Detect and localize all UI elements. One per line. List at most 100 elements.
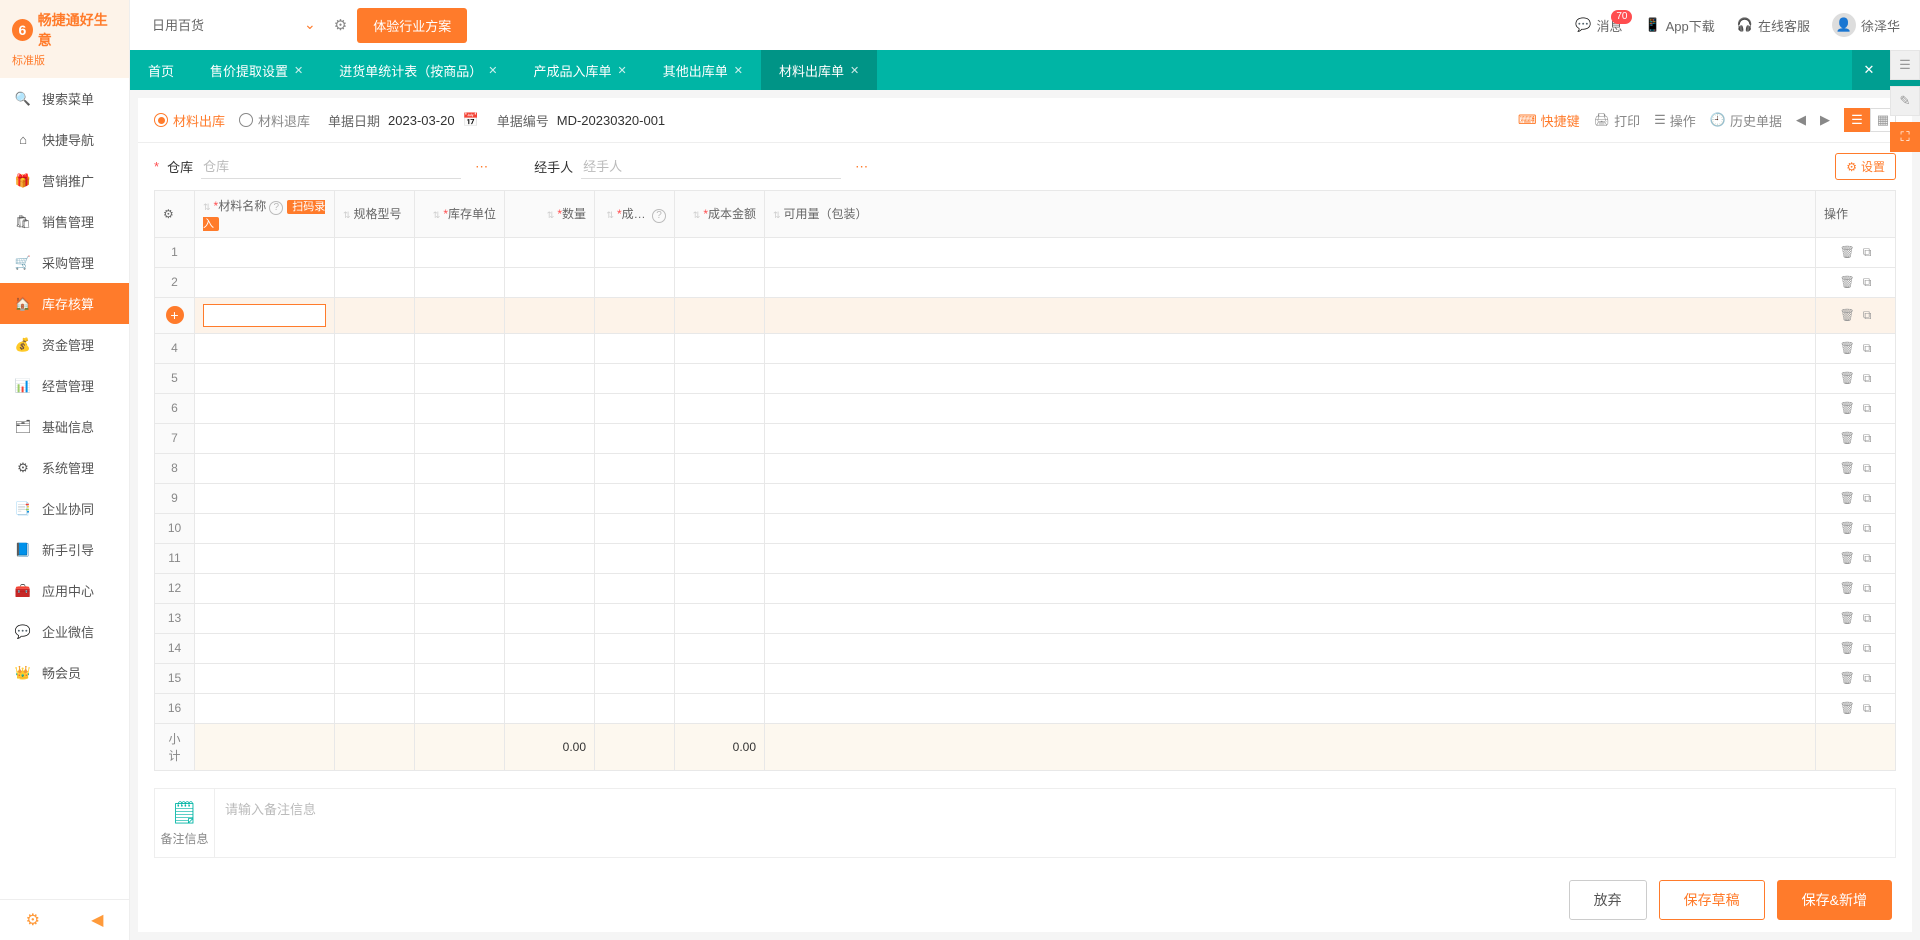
cell-cost[interactable] — [595, 333, 675, 363]
save-new-button[interactable]: 保存&新增 — [1777, 880, 1892, 920]
delete-icon[interactable]: 🗑 — [1840, 401, 1855, 415]
header-material[interactable]: ⇅*材料名称?扫码录入 — [195, 191, 335, 238]
copy-icon[interactable]: ⧉ — [1863, 611, 1872, 625]
cell-cost[interactable] — [595, 363, 675, 393]
header-qty[interactable]: ⇅*数量 — [505, 191, 595, 238]
table-row[interactable]: 8🗑⧉ — [155, 453, 1896, 483]
cell-cost[interactable] — [595, 237, 675, 267]
cell-amount[interactable] — [675, 543, 765, 573]
cell-amount[interactable] — [675, 267, 765, 297]
print-link[interactable]: 🖨 打印 — [1594, 111, 1641, 130]
table-row[interactable]: 9🗑⧉ — [155, 483, 1896, 513]
table-row[interactable]: 7🗑⧉ — [155, 423, 1896, 453]
cell-qty[interactable] — [505, 663, 595, 693]
cell-amount[interactable] — [675, 423, 765, 453]
next-button[interactable]: ▶ — [1820, 112, 1830, 128]
cell-available[interactable] — [765, 693, 1816, 723]
cell-material[interactable] — [195, 663, 335, 693]
cell-available[interactable] — [765, 543, 1816, 573]
cell-cost[interactable] — [595, 423, 675, 453]
delete-icon[interactable]: 🗑 — [1840, 581, 1855, 595]
cell-unit[interactable] — [415, 663, 505, 693]
cell-available[interactable] — [765, 237, 1816, 267]
material-cell-input[interactable] — [203, 304, 326, 327]
cell-qty[interactable] — [505, 297, 595, 333]
cell-cost[interactable] — [595, 573, 675, 603]
copy-icon[interactable]: ⧉ — [1863, 341, 1872, 355]
delete-icon[interactable]: 🗑 — [1840, 701, 1855, 715]
store-selector[interactable]: 日用百货 ⌄ — [144, 11, 324, 39]
cell-cost[interactable] — [595, 483, 675, 513]
copy-icon[interactable]: ⧉ — [1863, 431, 1872, 445]
cell-unit[interactable] — [415, 363, 505, 393]
copy-icon[interactable]: ⧉ — [1863, 701, 1872, 715]
support-link[interactable]: 🎧 在线客服 — [1731, 16, 1816, 35]
cell-unit[interactable] — [415, 483, 505, 513]
cell-spec[interactable] — [335, 297, 415, 333]
copy-icon[interactable]: ⧉ — [1863, 308, 1872, 322]
header-cost[interactable]: ⇅*成… ? — [595, 191, 675, 238]
cell-material[interactable] — [195, 333, 335, 363]
close-icon[interactable]: ✕ — [488, 64, 497, 77]
table-row[interactable]: 11🗑⧉ — [155, 543, 1896, 573]
cell-material[interactable] — [195, 393, 335, 423]
cell-cost[interactable] — [595, 663, 675, 693]
cell-material[interactable] — [195, 237, 335, 267]
cell-material[interactable] — [195, 573, 335, 603]
cell-available[interactable] — [765, 423, 1816, 453]
table-row[interactable]: 14🗑⧉ — [155, 633, 1896, 663]
cell-cost[interactable] — [595, 267, 675, 297]
cell-qty[interactable] — [505, 543, 595, 573]
cell-qty[interactable] — [505, 237, 595, 267]
cell-amount[interactable] — [675, 483, 765, 513]
cell-material[interactable] — [195, 297, 335, 333]
cell-available[interactable] — [765, 483, 1816, 513]
cell-material[interactable] — [195, 513, 335, 543]
add-row-icon[interactable]: + — [166, 306, 184, 324]
sidebar-item-0[interactable]: 🔍搜索菜单 — [0, 78, 129, 119]
delete-icon[interactable]: 🗑 — [1840, 308, 1855, 322]
table-row[interactable]: 13🗑⧉ — [155, 603, 1896, 633]
cell-cost[interactable] — [595, 633, 675, 663]
cell-amount[interactable] — [675, 513, 765, 543]
cell-qty[interactable] — [505, 333, 595, 363]
user-menu[interactable]: 👤 徐泽华 — [1826, 13, 1906, 37]
doc-date-value[interactable]: 2023-03-20 — [388, 113, 455, 128]
sidebar-item-12[interactable]: 🧰应用中心 — [0, 570, 129, 611]
copy-icon[interactable]: ⧉ — [1863, 275, 1872, 289]
cell-spec[interactable] — [335, 363, 415, 393]
copy-icon[interactable]: ⧉ — [1863, 551, 1872, 565]
cell-material[interactable] — [195, 483, 335, 513]
radio-return[interactable]: 材料退库 — [239, 111, 310, 130]
cell-available[interactable] — [765, 663, 1816, 693]
save-draft-button[interactable]: 保存草稿 — [1659, 880, 1765, 920]
rail-btn-3[interactable]: ⛶ — [1890, 122, 1920, 152]
cell-unit[interactable] — [415, 603, 505, 633]
cell-amount[interactable] — [675, 393, 765, 423]
discard-button[interactable]: 放弃 — [1569, 880, 1647, 920]
cell-spec[interactable] — [335, 633, 415, 663]
delete-icon[interactable]: 🗑 — [1840, 641, 1855, 655]
handler-input[interactable] — [581, 155, 841, 179]
copy-icon[interactable]: ⧉ — [1863, 401, 1872, 415]
warehouse-input[interactable] — [201, 155, 461, 179]
cell-available[interactable] — [765, 453, 1816, 483]
sidebar-item-5[interactable]: 🏠库存核算 — [0, 283, 129, 324]
delete-icon[interactable]: 🗑 — [1840, 341, 1855, 355]
grid-wrapper[interactable]: ⚙ ⇅*材料名称?扫码录入 ⇅规格型号 ⇅*库存单位 ⇅*数量 ⇅*成… ? ⇅… — [138, 190, 1912, 778]
cell-qty[interactable] — [505, 633, 595, 663]
cell-available[interactable] — [765, 513, 1816, 543]
tab-4[interactable]: 其他出库单✕ — [645, 50, 761, 90]
header-amount[interactable]: ⇅*成本金额 — [675, 191, 765, 238]
delete-icon[interactable]: 🗑 — [1840, 611, 1855, 625]
copy-icon[interactable]: ⧉ — [1863, 521, 1872, 535]
gear-icon[interactable]: ⚙ — [334, 16, 347, 34]
header-config[interactable]: ⚙ — [155, 191, 195, 238]
tab-3[interactable]: 产成品入库单✕ — [515, 50, 644, 90]
copy-icon[interactable]: ⧉ — [1863, 461, 1872, 475]
cell-spec[interactable] — [335, 267, 415, 297]
cell-material[interactable] — [195, 453, 335, 483]
sidebar-item-7[interactable]: 📊经营管理 — [0, 365, 129, 406]
cell-unit[interactable] — [415, 333, 505, 363]
header-available[interactable]: ⇅可用量（包装） — [765, 191, 1816, 238]
